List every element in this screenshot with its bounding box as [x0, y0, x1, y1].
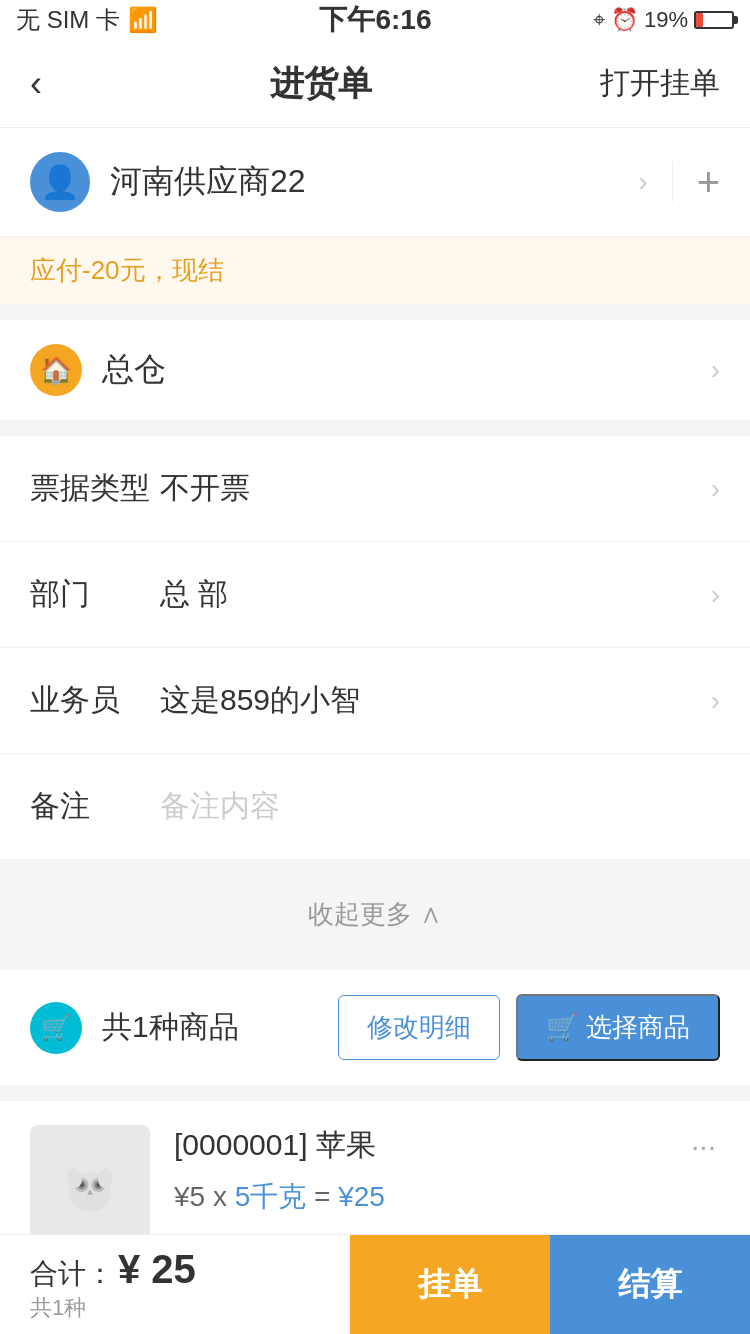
department-chevron-icon: › [711, 579, 720, 611]
product-name: [0000001] 苹果 [174, 1125, 663, 1166]
select-product-label: 选择商品 [586, 1010, 690, 1045]
divider [672, 162, 673, 202]
warehouse-icon: 🏠 [40, 355, 72, 386]
total-amount: ¥ 25 [118, 1247, 196, 1292]
location-icon: ⌖ [593, 7, 605, 33]
owl-logo [55, 1150, 125, 1220]
salesperson-label: 业务员 [30, 680, 160, 721]
department-value: 总 部 [160, 574, 711, 615]
select-product-button[interactable]: 🛒 选择商品 [516, 994, 720, 1061]
invoice-type-value: 不开票 [160, 468, 711, 509]
warehouse-section: 🏠 总仓 › [0, 320, 750, 420]
more-button[interactable]: ··· [687, 1125, 720, 1167]
cart-icon: 🛒 [546, 1012, 578, 1043]
multiply-sign: x [213, 1181, 235, 1212]
remark-input[interactable]: 备注内容 [160, 786, 720, 827]
salesperson-chevron-icon: › [711, 685, 720, 717]
battery-icon [694, 11, 734, 29]
supplier-avatar: 👤 [30, 152, 90, 212]
status-bar: 无 SIM 卡 📶 下午6:16 ⌖ ⏰ 19% [0, 0, 750, 40]
warehouse-chevron-icon: › [711, 354, 720, 386]
status-time: 下午6:16 [319, 1, 431, 39]
wifi-icon: 📶 [128, 6, 158, 34]
warehouse-icon-wrap: 🏠 [30, 344, 82, 396]
product-thumbnail [30, 1125, 150, 1245]
products-icon: 🛒 [41, 1014, 71, 1042]
carrier-label: 无 SIM 卡 [16, 4, 120, 36]
product-quantity: 5千克 [235, 1181, 307, 1212]
products-header: 🛒 共1种商品 修改明细 🛒 选择商品 [0, 970, 750, 1085]
products-section: 🛒 共1种商品 修改明细 🛒 选择商品 [0, 970, 750, 1085]
battery-label: 19% [644, 7, 688, 33]
warehouse-row[interactable]: 🏠 总仓 › [0, 320, 750, 420]
add-button[interactable]: + [697, 160, 720, 205]
notice-bar: 应付-20元，现结 [0, 237, 750, 304]
warehouse-name: 总仓 [102, 348, 711, 392]
invoice-chevron-icon: › [711, 473, 720, 505]
avatar-icon: 👤 [40, 163, 80, 201]
invoice-type-row[interactable]: 票据类型 不开票 › [0, 436, 750, 542]
hang-button[interactable]: 挂单 [350, 1235, 550, 1334]
product-total: ¥25 [338, 1181, 385, 1212]
salesperson-row[interactable]: 业务员 这是859的小智 › [0, 648, 750, 754]
collapse-bar[interactable]: 收起更多 ∧ [0, 875, 750, 954]
product-price: ¥5 [174, 1181, 205, 1212]
products-count: 共1种商品 [102, 1007, 338, 1048]
open-hang-button[interactable]: 打开挂单 [600, 63, 720, 104]
bottom-bar: 合计： ¥ 25 共1种 挂单 结算 [0, 1234, 750, 1334]
status-right: ⌖ ⏰ 19% [593, 7, 734, 33]
product-code: [0000001] [174, 1128, 307, 1161]
products-icon-wrap: 🛒 [30, 1002, 82, 1054]
nav-bar: ‹ 进货单 打开挂单 [0, 40, 750, 128]
status-left: 无 SIM 卡 📶 [16, 4, 158, 36]
total-section: 合计： ¥ 25 共1种 [0, 1235, 350, 1334]
remark-label: 备注 [30, 786, 160, 827]
notice-text: 应付-20元，现结 [30, 255, 224, 285]
supplier-section: 👤 河南供应商22 › + 应付-20元，现结 [0, 128, 750, 304]
department-label: 部门 [30, 574, 160, 615]
edit-detail-button[interactable]: 修改明细 [338, 995, 500, 1060]
back-button[interactable]: ‹ [30, 63, 42, 105]
checkout-button[interactable]: 结算 [550, 1235, 750, 1334]
department-row[interactable]: 部门 总 部 › [0, 542, 750, 648]
invoice-type-label: 票据类型 [30, 468, 160, 509]
collapse-label: 收起更多 ∧ [308, 899, 441, 929]
remark-row[interactable]: 备注 备注内容 [0, 754, 750, 859]
alarm-icon: ⏰ [611, 7, 638, 33]
page-title: 进货单 [270, 61, 372, 107]
supplier-row[interactable]: 👤 河南供应商22 › + [0, 128, 750, 237]
total-label: 合计： [30, 1255, 114, 1293]
product-info: [0000001] 苹果 ¥5 x 5千克 = ¥25 [174, 1125, 663, 1216]
form-section: 票据类型 不开票 › 部门 总 部 › 业务员 这是859的小智 › 备注 备注… [0, 436, 750, 859]
salesperson-value: 这是859的小智 [160, 680, 711, 721]
product-price-row: ¥5 x 5千克 = ¥25 [174, 1178, 663, 1216]
supplier-name: 河南供应商22 [110, 160, 638, 204]
product-title: 苹果 [316, 1128, 376, 1161]
supplier-chevron-icon: › [638, 166, 647, 198]
equals-sign: = [314, 1181, 338, 1212]
total-count: 共1种 [30, 1293, 320, 1323]
